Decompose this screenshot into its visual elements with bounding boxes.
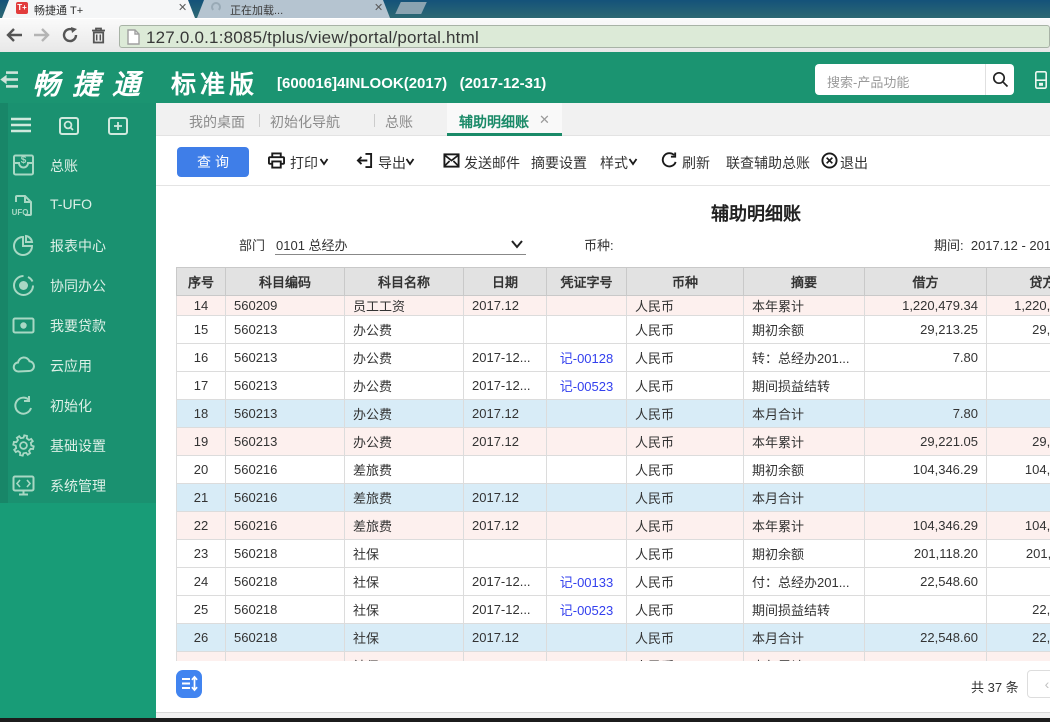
- svg-text:$: $: [21, 155, 27, 166]
- svg-text:UFO: UFO: [12, 208, 28, 217]
